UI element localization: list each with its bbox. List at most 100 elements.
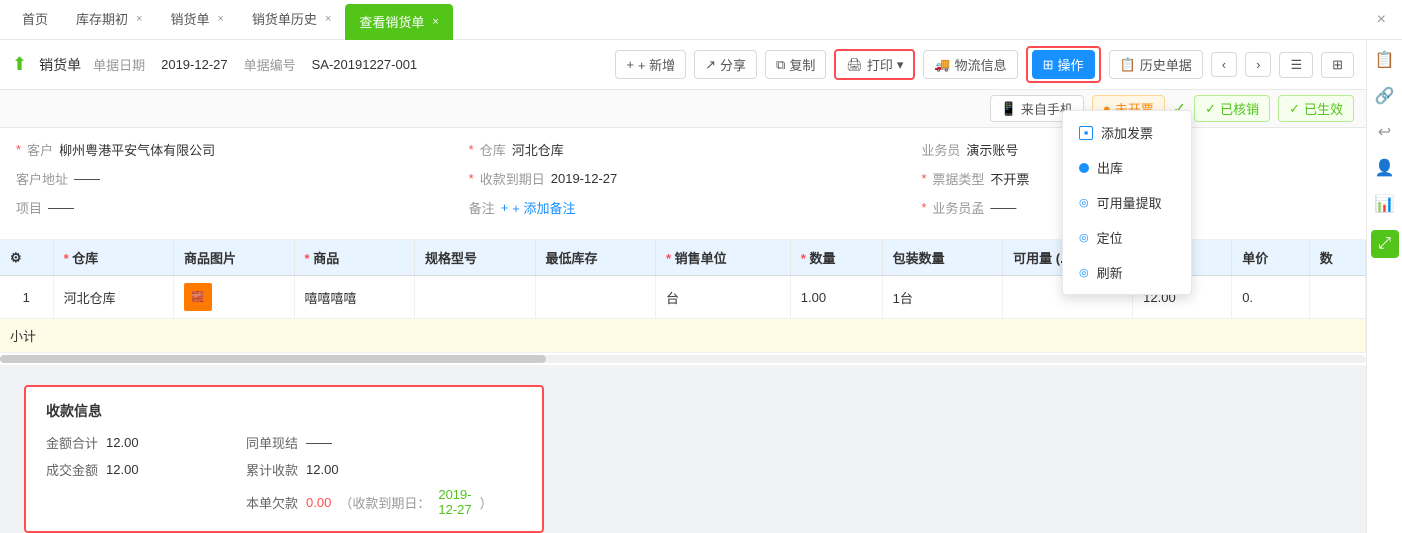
col-settings[interactable]: ⚙ [0,240,53,276]
row-unit: 台 [655,276,790,319]
available-qty-icon: ◎ [1079,196,1089,209]
add-note-button[interactable]: + + 添加备注 [501,198,576,217]
sidebar-chart-icon[interactable]: 📊 [1375,194,1395,214]
operation-label: 操作 [1058,55,1084,74]
copy-icon: ⧉ [776,57,785,73]
address-label: 客户地址 [16,169,68,188]
history-icon: 📋 [1120,57,1136,73]
print-button[interactable]: 🖨 打印 ▾ [840,53,909,76]
sidebar-user-icon[interactable]: 👤 [1375,158,1395,178]
effect-badge: ✓ 已生效 [1278,95,1354,122]
payment-row-3a [46,487,246,517]
outbound-dot-icon [1079,163,1089,173]
row-quantity: 1.00 [790,276,882,319]
tab-view-sales[interactable]: 查看销货单 × [345,4,452,40]
copy-label: 复制 [789,55,815,74]
available-qty-item[interactable]: ◎ 可用量提取 [1063,185,1191,220]
amount-total-value: 12.00 [106,435,139,450]
cumul-receipt-value: 12.00 [306,462,339,477]
row-product: 嘻嘻嘻嘻 [294,276,414,319]
add-invoice-item[interactable]: ▪ 添加发票 [1063,115,1191,150]
refresh-item[interactable]: ◎ 刷新 [1063,255,1191,290]
verified-check-icon: ✓ [1205,101,1216,117]
history-button[interactable]: 📋 历史单据 [1109,50,1203,79]
cumul-receipt-label: 累计收款 [246,460,298,479]
locate-item[interactable]: ◎ 定位 [1063,220,1191,255]
list-view-button[interactable]: ☰ [1279,52,1313,78]
staff-label: 业务员 [921,140,960,159]
due-date-label: 收款到期日 [480,169,545,188]
operation-button[interactable]: ⊞ 操作 [1032,50,1095,79]
ticket-value: 不开票 [990,169,1029,188]
grid-view-button[interactable]: ⊞ [1321,52,1354,78]
effect-check-icon: ✓ [1289,101,1300,117]
customer-value: 柳州粤港平安气体有限公司 [59,140,215,159]
row-image: 🧱 [174,276,294,319]
salesperson-label: 业务员孟 [932,198,984,217]
add-label: + 新增 [638,55,675,74]
amount-total-label: 金额合计 [46,433,98,452]
tab-bar: 首页 库存期初 × 销货单 × 销货单历史 × 查看销货单 × × [0,0,1402,40]
sales-doc-icon: ⬆ [12,54,27,75]
payment-row-1a: 金额合计 12.00 [46,433,246,452]
col-image: 商品图片 [174,240,294,276]
salesperson-required: * [921,200,926,215]
sidebar-link-icon[interactable]: 🔗 [1375,86,1395,106]
col-price: 单价 [1232,240,1310,276]
share-button[interactable]: ↗ 分享 [694,50,757,79]
prev-button[interactable]: ‹ [1211,52,1237,77]
window-close-button[interactable]: × [1369,11,1394,29]
project-label: 项目 [16,198,42,217]
tab-bar-right: × [1369,11,1394,29]
tab-sales-history[interactable]: 销货单历史 × [238,0,345,40]
add-icon: + [626,57,634,72]
col-quantity: * 数量 [790,240,882,276]
payment-section: 收款信息 金额合计 12.00 同单现结 —— 成交金额 12.00 累计收款 … [24,385,544,533]
warehouse-value: 河北仓库 [512,140,564,159]
add-button[interactable]: + + 新增 [615,50,686,79]
row-pkg-qty: 1台 [882,276,1002,319]
row-spec [415,276,535,319]
sidebar-doc-icon[interactable]: 📋 [1375,50,1395,70]
outbound-label: 出库 [1097,158,1123,177]
payment-title: 收款信息 [46,401,522,421]
close-sales-tab[interactable]: × [217,13,223,25]
date-label: 单据日期 [93,55,145,74]
print-highlight: 🖨 打印 ▾ [834,49,915,80]
tab-home[interactable]: 首页 [8,0,62,40]
payment-row-1b: 同单现结 —— [246,433,446,452]
customer-required: * [16,142,21,157]
invoice-icon: ▪ [1079,126,1093,140]
close-inventory-tab[interactable]: × [136,13,142,25]
project-value: —— [48,200,74,215]
add-note-label: + 添加备注 [512,198,575,217]
doc-title: 销货单 [39,55,81,75]
row-warehouse: 河北仓库 [53,276,173,319]
owed-note: （收款到期日： [339,493,430,512]
note-field: 备注 + + 添加备注 [469,198,898,217]
tab-sales[interactable]: 销货单 × [156,0,237,40]
close-sales-history-tab[interactable]: × [325,13,331,25]
number-value: SA-20191227-001 [312,57,418,72]
share-label: 分享 [720,55,746,74]
col-pkg-qty: 包装数量 [882,240,1002,276]
owed-value: 0.00 [306,495,331,510]
sidebar-refresh-icon[interactable]: ↩ [1378,122,1391,142]
copy-button[interactable]: ⧉ 复制 [765,50,826,79]
phone-icon: 📱 [1001,101,1017,117]
close-view-sales-tab[interactable]: × [432,16,438,28]
customer-field: * 客户 柳州粤港平安气体有限公司 [16,140,445,159]
col-unit: * 销售单位 [655,240,790,276]
tab-inventory[interactable]: 库存期初 × [62,0,156,40]
outbound-item[interactable]: 出库 [1063,150,1191,185]
due-date-field: * 收款到期日 2019-12-27 [469,169,898,188]
add-invoice-label: 添加发票 [1101,123,1153,142]
verified-badge: ✓ 已核销 [1194,95,1270,122]
print-icon: 🖨 [846,57,863,73]
toolbar-left: ⬆ 销货单 单据日期 2019-12-27 单据编号 SA-20191227-0… [12,54,603,75]
logistics-button[interactable]: 🚚 物流信息 [923,50,1017,79]
refresh-icon: ◎ [1079,266,1089,279]
print-label: 打印 [867,55,893,74]
next-button[interactable]: › [1245,52,1271,77]
sidebar-expand-icon[interactable]: ⤢ [1371,230,1399,258]
